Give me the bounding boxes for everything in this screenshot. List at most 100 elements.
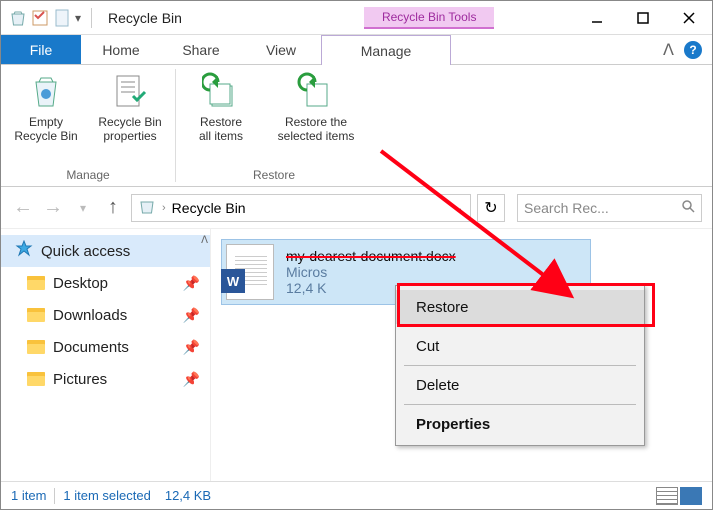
document-quick-icon[interactable] bbox=[53, 9, 71, 27]
tab-share[interactable]: Share bbox=[161, 35, 241, 64]
status-selected-size: 12,4 KB bbox=[165, 488, 211, 503]
separator bbox=[404, 365, 636, 366]
separator bbox=[91, 8, 92, 28]
folder-icon bbox=[27, 276, 45, 290]
search-icon bbox=[681, 199, 695, 216]
pin-icon: 📌 bbox=[183, 307, 200, 324]
window-root: ▾ Recycle Bin Recycle Bin Tools File Hom… bbox=[0, 0, 713, 510]
sidebar-item-label: Downloads bbox=[53, 307, 127, 324]
empty-recycle-bin-button[interactable]: Empty Recycle Bin bbox=[7, 69, 85, 143]
ribbon-item-label: Restore bbox=[200, 115, 242, 129]
close-button[interactable] bbox=[666, 2, 712, 34]
minimize-button[interactable] bbox=[574, 2, 620, 34]
folder-icon bbox=[27, 308, 45, 322]
ctx-cut[interactable]: Cut bbox=[396, 329, 644, 363]
titlebar: ▾ Recycle Bin Recycle Bin Tools bbox=[1, 1, 712, 35]
restore-selected-items-button[interactable]: Restore the selected items bbox=[266, 69, 366, 143]
restore-selected-icon bbox=[296, 71, 336, 111]
pin-icon: 📌 bbox=[183, 339, 200, 356]
recycle-bin-icon bbox=[138, 197, 156, 218]
ctx-properties[interactable]: Properties bbox=[396, 407, 644, 441]
qat-overflow-icon[interactable]: ▾ bbox=[75, 11, 81, 25]
separator bbox=[404, 326, 636, 327]
address-bar[interactable]: › Recycle Bin ⌄ bbox=[131, 194, 471, 222]
back-button[interactable]: ← bbox=[11, 196, 35, 219]
folder-icon bbox=[27, 340, 45, 354]
sidebar-item-label: Quick access bbox=[41, 243, 130, 260]
sidebar-item-quick-access[interactable]: Quick access bbox=[1, 235, 210, 267]
search-input[interactable]: Search Rec... bbox=[517, 194, 702, 222]
recent-locations-button[interactable]: ▾ bbox=[71, 201, 95, 215]
ribbon-group-label: Restore bbox=[253, 166, 295, 184]
refresh-button[interactable]: ↻ bbox=[477, 194, 505, 222]
sidebar-item-label: Desktop bbox=[53, 275, 108, 292]
maximize-button[interactable] bbox=[620, 2, 666, 34]
ctx-item-label: Properties bbox=[416, 416, 490, 433]
folder-icon bbox=[27, 372, 45, 386]
sidebar-item-pictures[interactable]: Pictures 📌 bbox=[1, 363, 210, 395]
sidebar-item-documents[interactable]: Documents 📌 bbox=[1, 331, 210, 363]
contextual-tab-label: Recycle Bin Tools bbox=[364, 7, 495, 29]
status-bar: 1 item 1 item selected 12,4 KB bbox=[1, 481, 712, 509]
navigation-bar: ← → ▾ ↑ › Recycle Bin ⌄ ↻ Search Rec... bbox=[1, 187, 712, 229]
tab-home[interactable]: Home bbox=[81, 35, 161, 64]
nav-sidebar: ᐱ Quick access Desktop 📌 Downloads 📌 Doc… bbox=[1, 229, 211, 481]
view-switcher bbox=[656, 487, 702, 505]
sidebar-item-label: Documents bbox=[53, 339, 129, 356]
separator bbox=[404, 404, 636, 405]
file-menu[interactable]: File bbox=[1, 35, 81, 64]
forward-button[interactable]: → bbox=[41, 196, 65, 219]
status-item-count: 1 item bbox=[11, 488, 46, 503]
ribbon-item-label: Restore the bbox=[285, 115, 347, 129]
restore-all-icon bbox=[201, 71, 241, 111]
details-view-button[interactable] bbox=[656, 487, 678, 505]
icons-view-button[interactable] bbox=[680, 487, 702, 505]
breadcrumb-sep-icon: › bbox=[162, 202, 166, 214]
file-type: Micros bbox=[286, 264, 456, 280]
pin-icon: 📌 bbox=[183, 371, 200, 388]
empty-bin-icon bbox=[26, 71, 66, 111]
ctx-item-label: Restore bbox=[416, 299, 469, 316]
ctx-delete[interactable]: Delete bbox=[396, 368, 644, 402]
properties-icon bbox=[110, 71, 150, 111]
ribbon-item-label: Recycle Bin bbox=[98, 115, 161, 129]
tab-view[interactable]: View bbox=[241, 35, 321, 64]
ribbon-item-label: Empty bbox=[29, 115, 63, 129]
sidebar-item-desktop[interactable]: Desktop 📌 bbox=[1, 267, 210, 299]
word-document-icon: W bbox=[226, 244, 274, 300]
chevron-down-icon[interactable]: ⌄ bbox=[452, 199, 464, 216]
ribbon-collapse-icon[interactable]: ᐱ bbox=[663, 40, 674, 60]
ribbon: Empty Recycle Bin Recycle Bin properties… bbox=[1, 65, 712, 187]
breadcrumb[interactable]: Recycle Bin bbox=[172, 200, 246, 216]
restore-all-items-button[interactable]: Restore all items bbox=[182, 69, 260, 143]
recycle-bin-icon bbox=[9, 9, 27, 27]
ribbon-item-label: properties bbox=[103, 129, 156, 143]
file-name: my-dearest-document.docx bbox=[286, 248, 456, 264]
search-placeholder: Search Rec... bbox=[524, 200, 609, 216]
help-icon[interactable]: ? bbox=[684, 41, 702, 59]
quick-access-toolbar: ▾ Recycle Bin bbox=[1, 8, 182, 28]
scroll-up-icon[interactable]: ᐱ bbox=[201, 235, 208, 246]
up-button[interactable]: ↑ bbox=[101, 196, 125, 219]
pin-icon: 📌 bbox=[183, 275, 200, 292]
ribbon-group-label: Manage bbox=[66, 166, 109, 184]
ctx-item-label: Cut bbox=[416, 338, 439, 355]
window-title: Recycle Bin bbox=[108, 10, 182, 26]
ribbon-item-label: Recycle Bin bbox=[14, 129, 77, 143]
recycle-bin-properties-button[interactable]: Recycle Bin properties bbox=[91, 69, 169, 143]
sidebar-item-label: Pictures bbox=[53, 371, 107, 388]
properties-quick-icon[interactable] bbox=[31, 9, 49, 27]
status-selected-count: 1 item selected bbox=[63, 488, 150, 503]
sidebar-item-downloads[interactable]: Downloads 📌 bbox=[1, 299, 210, 331]
ribbon-item-label: selected items bbox=[278, 129, 355, 143]
quick-access-icon bbox=[15, 240, 33, 262]
tab-manage[interactable]: Manage bbox=[321, 35, 451, 65]
ribbon-item-label: all items bbox=[199, 129, 243, 143]
window-controls bbox=[574, 2, 712, 34]
ctx-item-label: Delete bbox=[416, 377, 459, 394]
separator bbox=[54, 488, 55, 504]
ribbon-group-manage: Empty Recycle Bin Recycle Bin properties… bbox=[1, 65, 175, 186]
ctx-restore[interactable]: Restore bbox=[396, 290, 644, 324]
context-menu: Restore Cut Delete Properties bbox=[395, 285, 645, 446]
ribbon-group-restore: Restore all items Restore the selected i… bbox=[176, 65, 372, 186]
